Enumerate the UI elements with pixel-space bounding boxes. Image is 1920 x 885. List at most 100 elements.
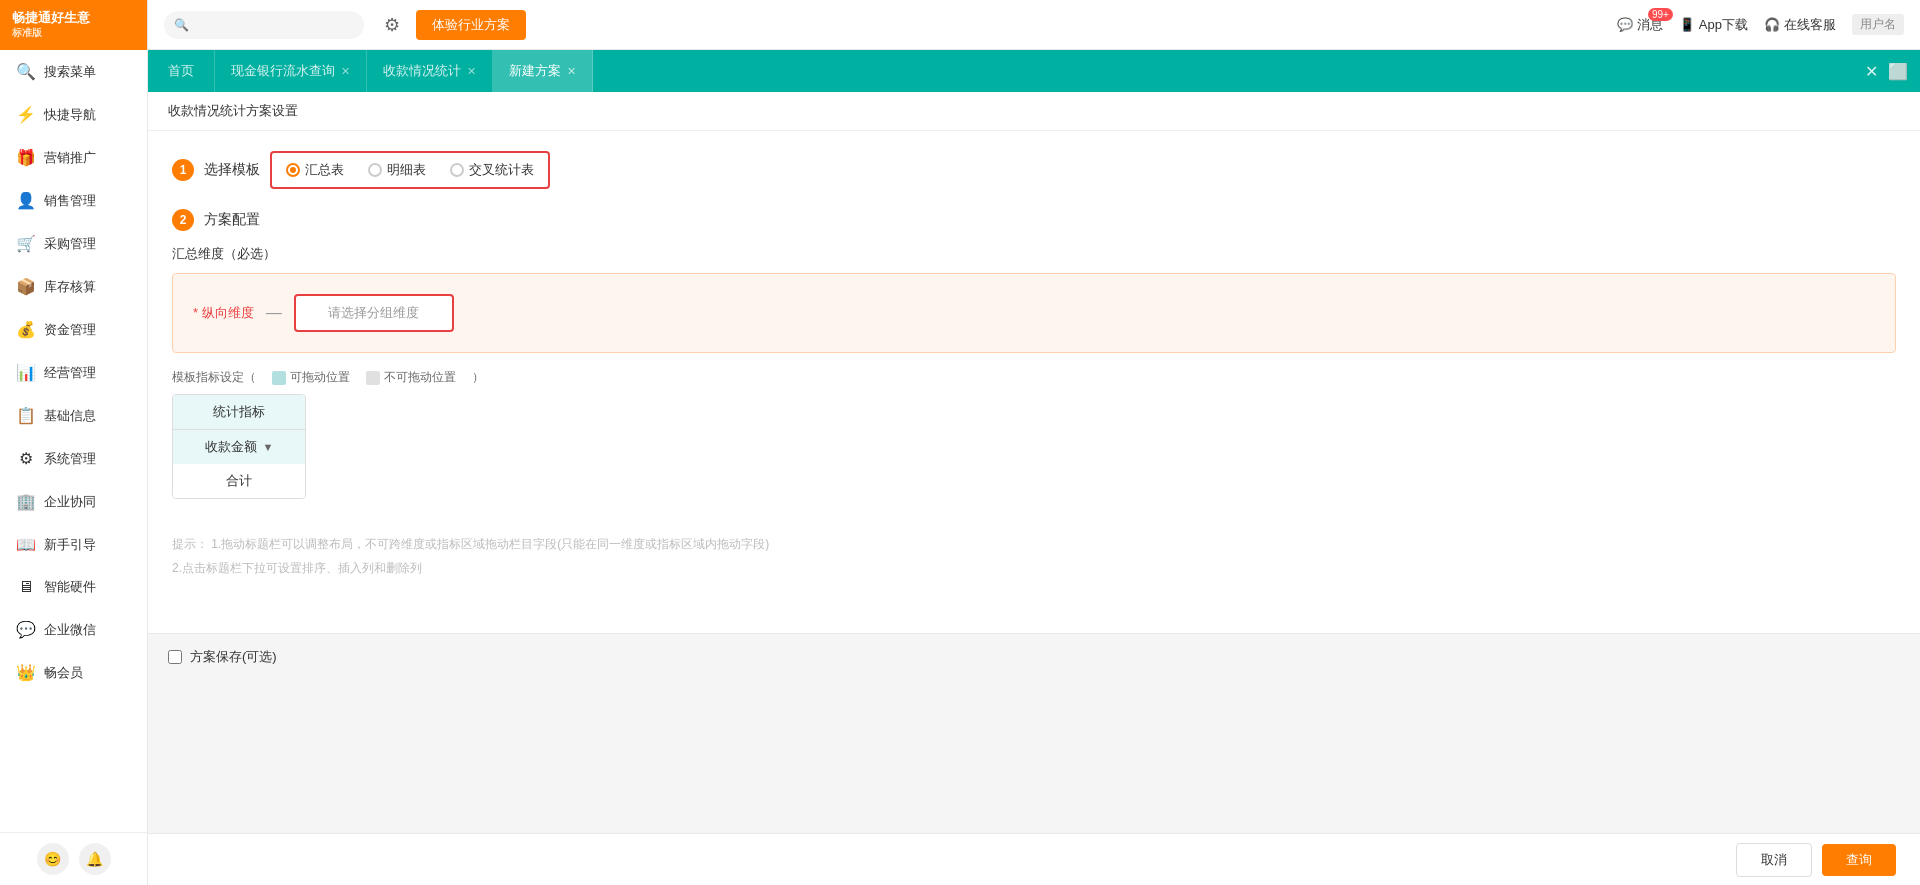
sidebar-item-label: 快捷导航	[44, 106, 96, 124]
sidebar-item-sales[interactable]: 👤 销售管理	[0, 179, 147, 222]
message-badge: 99+	[1648, 8, 1673, 21]
tabbar-controls: ✕ ⬜	[1865, 50, 1920, 92]
sidebar-item-wechat[interactable]: 💬 企业微信	[0, 608, 147, 651]
sidebar: 畅捷通好生意 标准版 🔍 搜索菜单 ⚡ 快捷导航 🎁 营销推广 👤 销售管理 🛒…	[0, 0, 148, 885]
sidebar-item-hardware[interactable]: 🖥 智能硬件	[0, 566, 147, 608]
dim-arrow-icon: —	[266, 304, 282, 322]
hint1: 提示： 1.拖动标题栏可以调整布局，不可跨维度或指标区域拖动栏目字段(只能在同一…	[172, 534, 1896, 556]
radio-detail-label: 明细表	[387, 161, 426, 179]
topbar: 🔍 ⚙ 体验行业方案 💬 消息 99+ 📱 App下载 🎧 在线客服 用户名	[148, 0, 1920, 50]
chart-icon: 📊	[16, 363, 36, 382]
cart-icon: 🛒	[16, 234, 36, 253]
radio-detail[interactable]: 明细表	[368, 161, 426, 179]
cancel-button[interactable]: 取消	[1736, 843, 1812, 877]
tab-cash-flow-label: 现金银行流水查询	[231, 62, 335, 80]
sidebar-item-label: 企业协同	[44, 493, 96, 511]
sidebar-item-operation[interactable]: 📊 经营管理	[0, 351, 147, 394]
dim-select[interactable]: 请选择分组维度	[294, 294, 454, 332]
settings-icon[interactable]: ⚙	[384, 14, 400, 36]
step1-label: 选择模板	[204, 161, 260, 179]
sidebar-item-finance[interactable]: 💰 资金管理	[0, 308, 147, 351]
download-label: App下载	[1699, 16, 1748, 34]
lightning-icon: ⚡	[16, 105, 36, 124]
radio-summary[interactable]: 汇总表	[286, 161, 344, 179]
save-label: 方案保存(可选)	[190, 648, 277, 666]
step1-section: 1 选择模板 汇总表 明细表 交叉统计表	[172, 151, 1896, 189]
sidebar-bottom-icon-left[interactable]: 😊	[37, 843, 69, 875]
message-icon: 💬	[1617, 17, 1633, 32]
tab-home[interactable]: 首页	[148, 50, 215, 92]
content-area: 收款情况统计方案设置 1 选择模板 汇总表 明细表	[148, 92, 1920, 833]
sidebar-bottom-icon-right[interactable]: 🔔	[79, 843, 111, 875]
maximize-icon[interactable]: ⬜	[1888, 62, 1908, 81]
message-btn[interactable]: 💬 消息 99+	[1617, 16, 1663, 34]
sidebar-item-label: 库存核算	[44, 278, 96, 296]
radio-cross[interactable]: 交叉统计表	[450, 161, 534, 179]
dimension-title: 汇总维度（必选）	[172, 245, 1896, 263]
sidebar-item-inventory[interactable]: 📦 库存核算	[0, 265, 147, 308]
dimension-area: 纵向维度 — 请选择分组维度	[172, 273, 1896, 353]
radio-summary-label: 汇总表	[305, 161, 344, 179]
sidebar-item-label: 采购管理	[44, 235, 96, 253]
headset-icon: 🎧	[1764, 17, 1780, 32]
close-tab-new-plan-icon[interactable]: ✕	[567, 65, 576, 78]
hint-area: 提示： 1.拖动标题栏可以调整布局，不可跨维度或指标区域拖动栏目字段(只能在同一…	[172, 522, 1896, 593]
sidebar-item-label: 搜索菜单	[44, 63, 96, 81]
support-label: 在线客服	[1784, 16, 1836, 34]
sidebar-item-label: 营销推广	[44, 149, 96, 167]
dim-row: 纵向维度 — 请选择分组维度	[193, 294, 1875, 332]
close-tab-cash-flow-icon[interactable]: ✕	[341, 65, 350, 78]
sidebar-item-purchase[interactable]: 🛒 采购管理	[0, 222, 147, 265]
radio-dot-cross	[450, 163, 464, 177]
logo-main: 畅捷通好生意	[12, 10, 90, 26]
sidebar-item-label: 企业微信	[44, 621, 96, 639]
stats-indicator-header: 统计指标	[173, 395, 305, 430]
radio-cross-label: 交叉统计表	[469, 161, 534, 179]
tab-cash-flow[interactable]: 现金银行流水查询 ✕	[215, 50, 367, 92]
indicator-title-text: 模板指标设定（	[172, 369, 256, 386]
save-checkbox[interactable]	[168, 650, 182, 664]
sidebar-item-guide[interactable]: 📖 新手引导	[0, 523, 147, 566]
sidebar-item-search[interactable]: 🔍 搜索菜单	[0, 50, 147, 93]
tab-collection-stats[interactable]: 收款情况统计 ✕	[367, 50, 493, 92]
sidebar-item-system[interactable]: ⚙ 系统管理	[0, 437, 147, 480]
sidebar-item-label: 畅会员	[44, 664, 83, 682]
step2-section: 2 方案配置 汇总维度（必选） 纵向维度 — 请选择分组维度	[172, 209, 1896, 593]
sidebar-item-member[interactable]: 👑 畅会员	[0, 651, 147, 694]
sidebar-item-label: 资金管理	[44, 321, 96, 339]
indicator-table: 统计指标 收款金额 ▼ 合计	[172, 394, 306, 499]
radio-dot-detail	[368, 163, 382, 177]
sidebar-bottom: 😊 🔔	[0, 832, 147, 885]
sidebar-item-basic-info[interactable]: 📋 基础信息	[0, 394, 147, 437]
step1-number: 1	[172, 159, 194, 181]
query-button[interactable]: 查询	[1822, 844, 1896, 876]
industry-btn[interactable]: 体验行业方案	[416, 10, 526, 40]
gift-icon: 🎁	[16, 148, 36, 167]
user-icon: 👤	[16, 191, 36, 210]
template-radio-group: 汇总表 明细表 交叉统计表	[270, 151, 550, 189]
clipboard-icon: 📋	[16, 406, 36, 425]
user-info[interactable]: 用户名	[1852, 14, 1904, 35]
hint2: 2.点击标题栏下拉可设置排序、插入列和删除列	[172, 558, 1896, 580]
support-btn[interactable]: 🎧 在线客服	[1764, 16, 1836, 34]
fixed-label: 不可拖动位置	[384, 369, 456, 386]
logo-edition: 标准版	[12, 26, 90, 40]
amount-label: 收款金额	[205, 438, 257, 456]
close-tab-collection-icon[interactable]: ✕	[467, 65, 476, 78]
legend-draggable: 可拖动位置	[272, 369, 350, 386]
topbar-search[interactable]: 🔍	[164, 11, 364, 39]
sidebar-item-nav[interactable]: ⚡ 快捷导航	[0, 93, 147, 136]
amount-cell[interactable]: 收款金额 ▼	[173, 430, 305, 464]
close-window-icon[interactable]: ✕	[1865, 62, 1878, 81]
tab-new-plan[interactable]: 新建方案 ✕	[493, 50, 593, 92]
box-icon: 📦	[16, 277, 36, 296]
page-title: 收款情况统计方案设置	[148, 92, 1920, 131]
sidebar-item-marketing[interactable]: 🎁 营销推广	[0, 136, 147, 179]
app-download-btn[interactable]: 📱 App下载	[1679, 16, 1748, 34]
tab-home-label: 首页	[168, 62, 194, 80]
bracket-close: ）	[472, 369, 484, 386]
sidebar-item-label: 销售管理	[44, 192, 96, 210]
chevron-down-icon: ▼	[263, 441, 274, 453]
sidebar-item-label: 智能硬件	[44, 578, 96, 596]
sidebar-item-collab[interactable]: 🏢 企业协同	[0, 480, 147, 523]
